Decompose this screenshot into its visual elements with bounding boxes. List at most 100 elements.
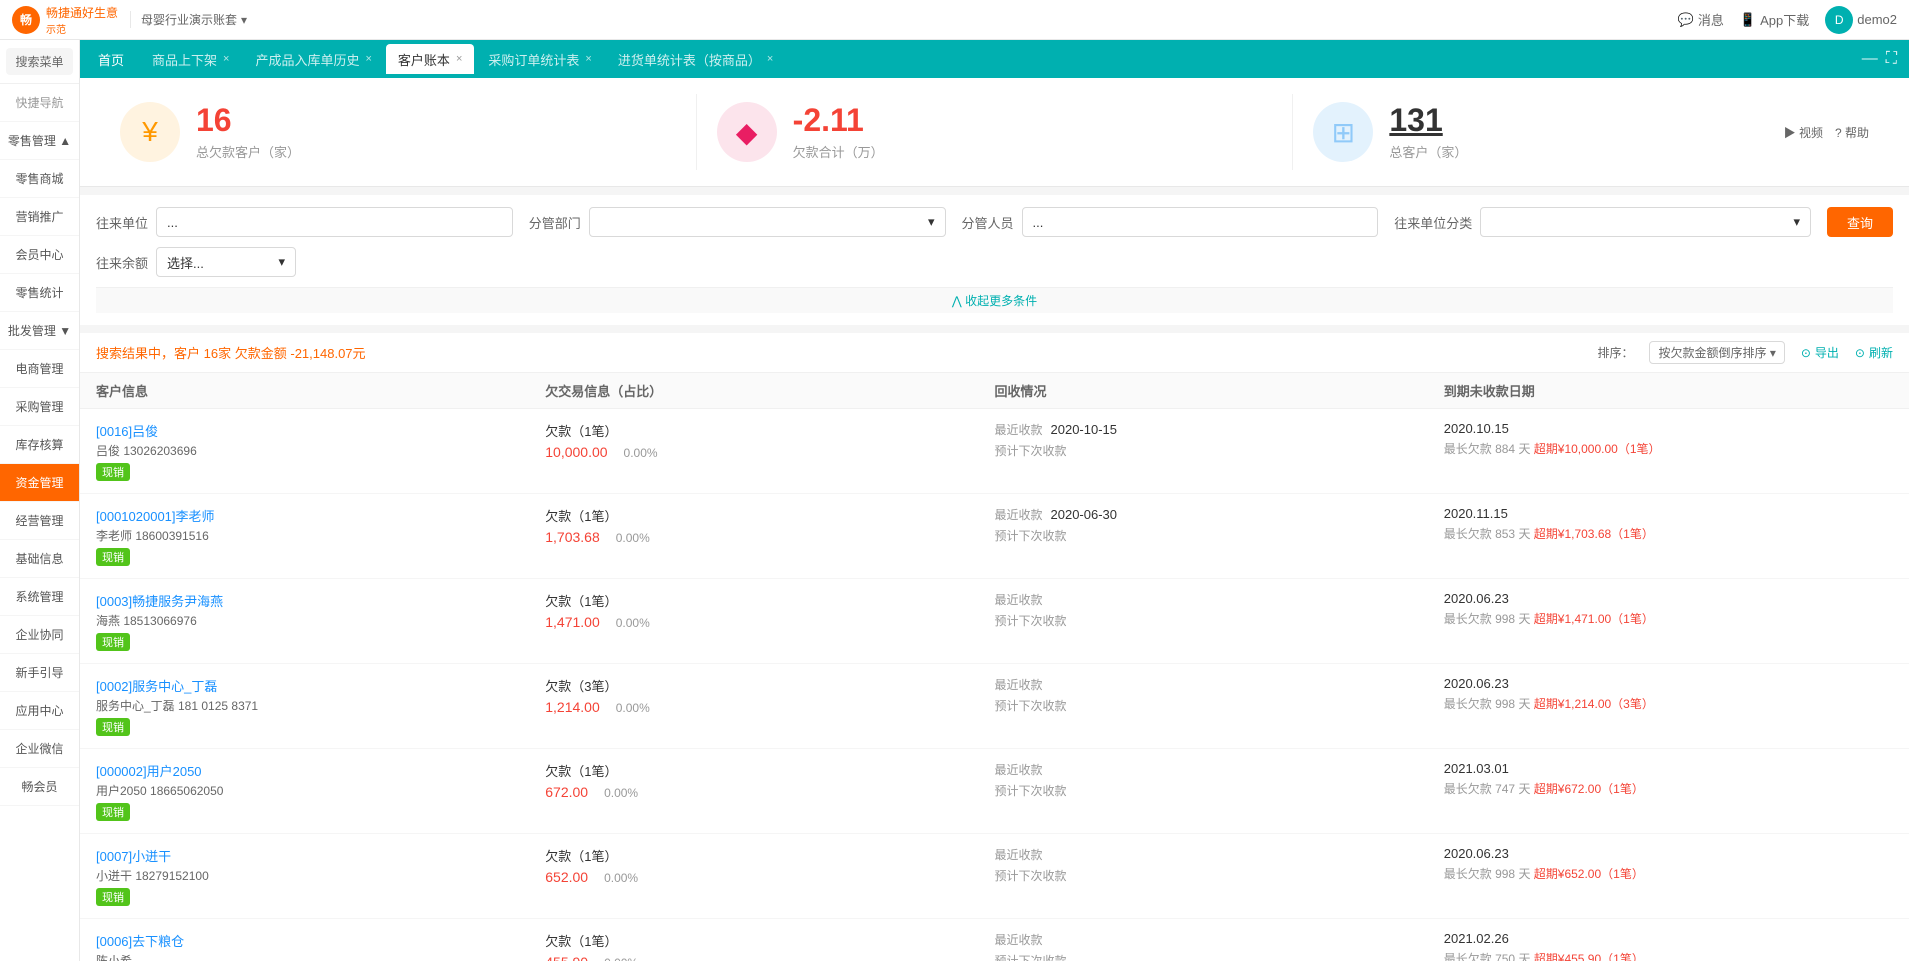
user-avatar[interactable]: D demo2 (1825, 6, 1897, 34)
top-bar-right: 💬 消息 📱 App下载 D demo2 (1678, 6, 1897, 34)
collapse-btn[interactable]: ⋀ 收起更多条件 (96, 287, 1893, 313)
close-tab-finished-goods[interactable]: × (365, 53, 371, 65)
tab-purchase-stats[interactable]: 进货单统计表（按商品） × (606, 44, 785, 74)
sidebar-item-operations[interactable]: 经营管理 (0, 502, 79, 540)
customer-code-1[interactable]: [0001020001]李老师 (96, 509, 215, 524)
customer-phone-6: 陈小希 (96, 952, 545, 961)
overdue-amount-1[interactable]: 超期¥1,703.68（1笔） (1534, 527, 1654, 541)
tab-purchase-orders[interactable]: 采购订单统计表 × (476, 44, 603, 74)
card-icon-yuan: ¥ (120, 102, 180, 162)
results-actions: 排序： 按欠款金额倒序排序 ▾ ⊙ 导出 ⊙ 刷新 (1597, 341, 1893, 364)
sidebar-item-retail-manage[interactable]: 零售管理 ▲ (0, 122, 79, 160)
overdue-date-3: 2020.06.23 (1444, 676, 1893, 691)
total-customers-label: 总客户（家） (1389, 142, 1767, 161)
sidebar-item-cooperation[interactable]: 企业协同 (0, 616, 79, 654)
debt-amount-2: 1,471.00 (545, 614, 600, 630)
debt-count-6: 欠款（1笔） (545, 931, 994, 950)
sidebar-item-app-center[interactable]: 应用中心 (0, 692, 79, 730)
app-download-btn[interactable]: 📱 App下载 (1740, 10, 1809, 29)
sidebar: 搜索菜单 快捷导航 零售管理 ▲ 零售商城 营销推广 会员中心 零售统计 批发管… (0, 40, 80, 961)
sidebar-item-quick-nav[interactable]: 快捷导航 (0, 84, 79, 122)
filter-label-balance: 往来余额 (96, 253, 148, 272)
collection-label-0: 最近收款 (995, 421, 1043, 438)
sidebar-item-system[interactable]: 系统管理 (0, 578, 79, 616)
sidebar-item-vip[interactable]: 畅会员 (0, 768, 79, 806)
sidebar-item-finance[interactable]: 资金管理 (0, 464, 79, 502)
customer-code-3[interactable]: [0002]服务中心_丁磊 (96, 679, 217, 694)
sidebar-item-wechat[interactable]: 企业微信 (0, 730, 79, 768)
customer-info-cell-5: [0007]小迸干 小迸干 18279152100 现销 (96, 846, 545, 906)
sidebar-item-inventory[interactable]: 库存核算 (0, 426, 79, 464)
customer-info-cell-6: [0006]去下粮仓 陈小希 现销 (96, 931, 545, 961)
tab-customer-ledger[interactable]: 客户账本 × (386, 44, 474, 74)
overdue-amount-5[interactable]: 超期¥652.00（1笔） (1534, 867, 1644, 881)
col-header-customer: 客户信息 (96, 381, 545, 400)
sort-select[interactable]: 按欠款金额倒序排序 ▾ (1649, 341, 1784, 364)
chevron-down-sort: ▾ (1770, 346, 1776, 360)
sidebar-item-wholesale[interactable]: 批发管理 ▼ (0, 312, 79, 350)
overdue-amount-4[interactable]: 超期¥672.00（1笔） (1534, 782, 1644, 796)
customer-code-5[interactable]: [0007]小迸干 (96, 849, 171, 864)
company-selector[interactable]: 母婴行业演示账套 ▾ (130, 11, 247, 28)
summary-card-debt-total: ◆ -2.11 欠款合计（万） (697, 94, 1294, 170)
customer-phone-2: 海燕 18513066976 (96, 612, 545, 629)
expand-btn[interactable]: ⛶ (1886, 50, 1897, 68)
sidebar-item-purchase[interactable]: 采购管理 (0, 388, 79, 426)
filter-label-category: 往来单位分类 (1394, 213, 1472, 232)
tab-home[interactable]: 首页 (84, 44, 138, 74)
overdue-cell-6: 2021.02.26 最长欠款 750 天 超期¥455.90（1笔） (1444, 931, 1893, 961)
view-btn[interactable]: ▶ 视频 (1784, 124, 1823, 141)
debt-count-3: 欠款（3笔） (545, 676, 994, 695)
filter-input-person[interactable]: ... (1022, 207, 1379, 237)
sidebar-item-guide[interactable]: 新手引导 (0, 654, 79, 692)
debt-info-cell-3: 欠款（3笔） 1,214.00 0.00% (545, 676, 994, 715)
sidebar-item-retail-stats[interactable]: 零售统计 (0, 274, 79, 312)
sidebar-item-retail-mall[interactable]: 零售商城 (0, 160, 79, 198)
table-row: [0001020001]李老师 李老师 18600391516 现销 欠款（1笔… (80, 494, 1909, 579)
close-tab-purchase-orders[interactable]: × (585, 53, 591, 65)
help-btn[interactable]: ? 帮助 (1835, 124, 1869, 141)
sidebar-item-members[interactable]: 会员中心 (0, 236, 79, 274)
minimize-btn[interactable]: — (1862, 50, 1878, 68)
debt-total-number: -2.11 (793, 104, 1273, 136)
overdue-amount-2[interactable]: 超期¥1,471.00（1笔） (1534, 612, 1654, 626)
filter-select-dept[interactable]: ▾ (589, 207, 946, 237)
close-tab-purchase-stats[interactable]: × (767, 53, 773, 65)
filter-input-customer[interactable]: ... (156, 207, 513, 237)
customer-code-4[interactable]: [000002]用户2050 (96, 764, 202, 779)
filter-select-category[interactable]: ▾ (1480, 207, 1811, 237)
debt-percent-1: 0.00% (616, 531, 650, 545)
chevron-down-balance: ▾ (278, 254, 285, 270)
overdue-amount-3[interactable]: 超期¥1,214.00（3笔） (1534, 697, 1654, 711)
customer-code-0[interactable]: [0016]吕俊 (96, 424, 158, 439)
search-menu-button[interactable]: 搜索菜单 (6, 48, 73, 75)
search-button[interactable]: 查询 (1827, 207, 1893, 237)
filter-select-balance[interactable]: 选择... ▾ (156, 247, 296, 277)
overdue-amount-6[interactable]: 超期¥455.90（1笔） (1534, 952, 1644, 961)
close-tab-customer-ledger[interactable]: × (456, 53, 462, 65)
collection-next-3: 预计下次收款 (995, 697, 1444, 714)
tab-finished-goods[interactable]: 产成品入库单历史 × (243, 44, 383, 74)
overdue-days-1: 最长欠款 853 天 超期¥1,703.68（1笔） (1444, 525, 1893, 542)
collection-cell-6: 最近收款 预计下次收款 (995, 931, 1444, 961)
overdue-days-5: 最长欠款 998 天 超期¥652.00（1笔） (1444, 865, 1893, 882)
collection-cell-5: 最近收款 预计下次收款 (995, 846, 1444, 884)
tab-bar: 首页 商品上下架 × 产成品入库单历史 × 客户账本 × 采购订单统计表 × 进… (80, 40, 1909, 78)
collection-label-5: 最近收款 (995, 846, 1043, 863)
close-tab-product-shelf[interactable]: × (223, 53, 229, 65)
sidebar-item-base-info[interactable]: 基础信息 (0, 540, 79, 578)
export-btn[interactable]: ⊙ 导出 (1801, 344, 1839, 361)
card-body-total-customers: 131 总客户（家） (1389, 104, 1767, 161)
customer-code-6[interactable]: [0006]去下粮仓 (96, 934, 184, 949)
refresh-btn[interactable]: ⊙ 刷新 (1855, 344, 1893, 361)
messages-btn[interactable]: 💬 消息 (1678, 10, 1724, 29)
customer-code-2[interactable]: [0003]畅捷服务尹海燕 (96, 594, 223, 609)
tab-product-shelf[interactable]: 商品上下架 × (140, 44, 241, 74)
sidebar-item-ecommerce[interactable]: 电商管理 (0, 350, 79, 388)
page-content: ¥ 16 总欠款客户（家） ◆ -2.11 欠款合计（万） ⊞ (80, 78, 1909, 961)
customer-tag-0: 现销 (96, 463, 130, 481)
customer-info-cell-3: [0002]服务中心_丁磊 服务中心_丁磊 181 0125 8371 现销 (96, 676, 545, 736)
overdue-amount-0[interactable]: 超期¥10,000.00（1笔） (1534, 442, 1661, 456)
total-customers-number: 131 (1389, 104, 1767, 136)
sidebar-item-marketing[interactable]: 营销推广 (0, 198, 79, 236)
